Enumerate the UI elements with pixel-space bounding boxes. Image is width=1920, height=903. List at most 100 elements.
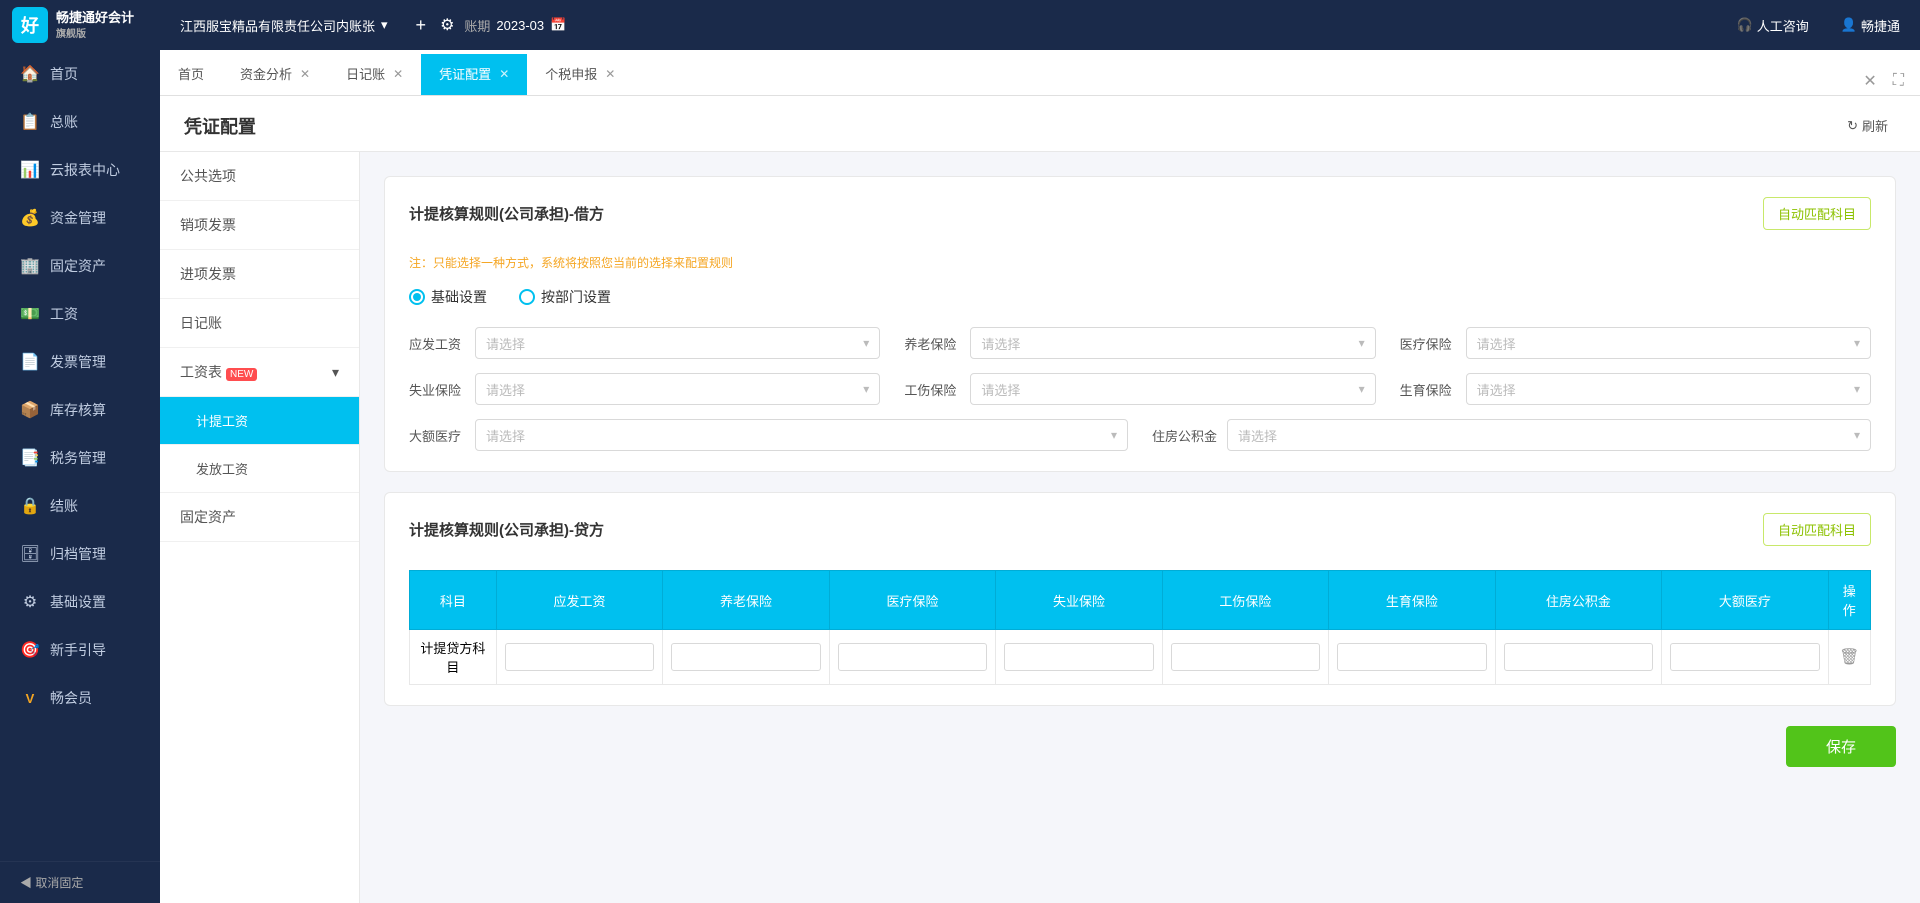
sidebar-item-ledger[interactable]: 📋 总账: [0, 98, 160, 146]
add-button[interactable]: +: [412, 11, 431, 40]
sidebar-item-guide[interactable]: 🎯 新手引导: [0, 626, 160, 674]
arrow-pension: ▾: [1359, 336, 1365, 350]
cancel-fixed-btn[interactable]: ◀ 取消固定: [0, 861, 160, 903]
tab-tax-close[interactable]: ✕: [605, 67, 615, 81]
sidebar-item-close[interactable]: 🔒 结账: [0, 482, 160, 530]
logo-area: 好 畅捷通好会计 旗舰版: [12, 7, 172, 43]
radio-dept[interactable]: 按部门设置: [519, 287, 611, 307]
tab-journal-close[interactable]: ✕: [393, 67, 403, 81]
calendar-icon[interactable]: 📅: [550, 17, 566, 33]
sidebar-item-salary[interactable]: 💵 工资: [0, 290, 160, 338]
ledger-icon: 📋: [20, 112, 40, 132]
radio-basic[interactable]: 基础设置: [409, 287, 487, 307]
debit-header-row: 计提核算规则(公司承担)-借方 自动匹配科目: [409, 197, 1871, 242]
td-pension-val: [663, 630, 829, 685]
nav-pay-salary[interactable]: 发放工资: [160, 445, 359, 493]
vip-icon: V: [20, 691, 40, 706]
save-area: 保存: [384, 726, 1896, 767]
sidebar-item-invoice[interactable]: 📄 发票管理: [0, 338, 160, 386]
window-expand-btn[interactable]: ⛶: [1889, 68, 1908, 94]
input-medical-val[interactable]: [838, 643, 987, 671]
field-work-injury: 工伤保险 请选择 ▾: [904, 373, 1375, 405]
sidebar-label-salary: 工资: [50, 304, 78, 324]
sidebar-label-home: 首页: [50, 64, 78, 84]
th-action: 操作: [1828, 571, 1870, 630]
nav-public[interactable]: 公共选项: [160, 152, 359, 201]
input-pension-val[interactable]: [671, 643, 820, 671]
tab-funds[interactable]: 资金分析 ✕: [222, 54, 328, 95]
account-period: 账期 2023-03 📅: [464, 16, 566, 35]
input-large-medical-val[interactable]: [1670, 643, 1819, 671]
refresh-button[interactable]: ↻ 刷新: [1839, 112, 1896, 139]
select-medical[interactable]: 请选择 ▾: [1466, 327, 1871, 359]
save-button[interactable]: 保存: [1786, 726, 1896, 767]
tab-voucher[interactable]: 凭证配置 ✕: [421, 54, 527, 95]
tab-home[interactable]: 首页: [160, 54, 222, 95]
user-icon: 👤: [1841, 17, 1857, 33]
td-large-medical-val: [1662, 630, 1828, 685]
nav-journal[interactable]: 日记账: [160, 299, 359, 348]
sidebar-item-funds[interactable]: 💰 资金管理: [0, 194, 160, 242]
period-value[interactable]: 2023-03: [496, 18, 544, 33]
th-salary-due: 应发工资: [496, 571, 662, 630]
salary-table-label: 工资表NEW: [180, 362, 257, 382]
user-button[interactable]: 👤 畅捷通: [1833, 12, 1908, 39]
content-area: 首页 资金分析 ✕ 日记账 ✕ 凭证配置 ✕ 个税申报 ✕ ✕ ⛶: [160, 50, 1920, 903]
app-subtitle: 旗舰版: [56, 25, 134, 40]
tax-icon: 📑: [20, 448, 40, 468]
arrow-maternity: ▾: [1854, 382, 1860, 396]
nav-sales[interactable]: 销项发票: [160, 201, 359, 250]
arrow-work-injury: ▾: [1359, 382, 1365, 396]
sidebar-item-reports[interactable]: 📊 云报表中心: [0, 146, 160, 194]
tab-tax-label: 个税申报: [545, 64, 597, 83]
sidebar-label-ledger: 总账: [50, 112, 78, 132]
support-button[interactable]: 🎧 人工咨询: [1729, 12, 1817, 39]
delete-row-icon[interactable]: 🗑: [1839, 649, 1859, 666]
company-selector[interactable]: 江西服宝精品有限责任公司内账张 ▾: [172, 12, 396, 39]
select-large-medical[interactable]: 请选择 ▾: [475, 419, 1128, 451]
sidebar-item-assets[interactable]: 🏢 固定资产: [0, 242, 160, 290]
table-row: 计提贷方科目 🗑: [410, 630, 1871, 685]
support-icon: 🎧: [1737, 17, 1753, 33]
sidebar-label-funds: 资金管理: [50, 208, 106, 228]
label-medical: 医疗保险: [1400, 334, 1456, 353]
sidebar-item-archive[interactable]: 🗄 归档管理: [0, 530, 160, 578]
nav-calc-salary[interactable]: 计提工资: [160, 397, 359, 445]
nav-purchase[interactable]: 进项发票: [160, 250, 359, 299]
sidebar: 🏠 首页 📋 总账 📊 云报表中心 💰 资金管理 🏢 固定资产 💵 工资 📄 发…: [0, 50, 160, 903]
th-work-injury: 工伤保险: [1162, 571, 1328, 630]
sidebar-label-basic: 基础设置: [50, 592, 106, 612]
nav-fixed-assets[interactable]: 固定资产: [160, 493, 359, 542]
home-icon: 🏠: [20, 64, 40, 84]
sidebar-item-vip[interactable]: V 畅会员: [0, 674, 160, 722]
sidebar-item-basic[interactable]: ⚙ 基础设置: [0, 578, 160, 626]
nav-salary-table[interactable]: 工资表NEW ▾: [160, 348, 359, 397]
credit-auto-match-button[interactable]: 自动匹配科目: [1763, 513, 1871, 546]
tab-journal[interactable]: 日记账 ✕: [328, 54, 421, 95]
select-unemployment[interactable]: 请选择 ▾: [475, 373, 880, 405]
sidebar-item-tax[interactable]: 📑 税务管理: [0, 434, 160, 482]
sidebar-item-home[interactable]: 🏠 首页: [0, 50, 160, 98]
input-maternity-val[interactable]: [1337, 643, 1486, 671]
select-pension[interactable]: 请选择 ▾: [970, 327, 1375, 359]
window-close-btn[interactable]: ✕: [1859, 67, 1880, 95]
company-name: 江西服宝精品有限责任公司内账张: [180, 16, 375, 35]
tab-funds-close[interactable]: ✕: [300, 67, 310, 81]
input-housing-val[interactable]: [1504, 643, 1653, 671]
input-unemployment-val[interactable]: [1004, 643, 1153, 671]
debit-auto-match-button[interactable]: 自动匹配科目: [1763, 197, 1871, 230]
input-salary-val[interactable]: [505, 643, 654, 671]
sidebar-item-inventory[interactable]: 📦 库存核算: [0, 386, 160, 434]
radio-dept-circle: [519, 289, 535, 305]
select-maternity[interactable]: 请选择 ▾: [1466, 373, 1871, 405]
reports-icon: 📊: [20, 160, 40, 180]
field-medical: 医疗保险 请选择 ▾: [1400, 327, 1871, 359]
select-work-injury[interactable]: 请选择 ▾: [970, 373, 1375, 405]
input-work-injury-val[interactable]: [1171, 643, 1320, 671]
label-salary-due: 应发工资: [409, 334, 465, 353]
settings-icon[interactable]: ⚙: [440, 15, 454, 35]
tab-tax[interactable]: 个税申报 ✕: [527, 54, 633, 95]
select-housing-fund[interactable]: 请选择 ▾: [1227, 419, 1871, 451]
tab-voucher-close[interactable]: ✕: [499, 67, 509, 81]
select-salary-due[interactable]: 请选择 ▾: [475, 327, 880, 359]
